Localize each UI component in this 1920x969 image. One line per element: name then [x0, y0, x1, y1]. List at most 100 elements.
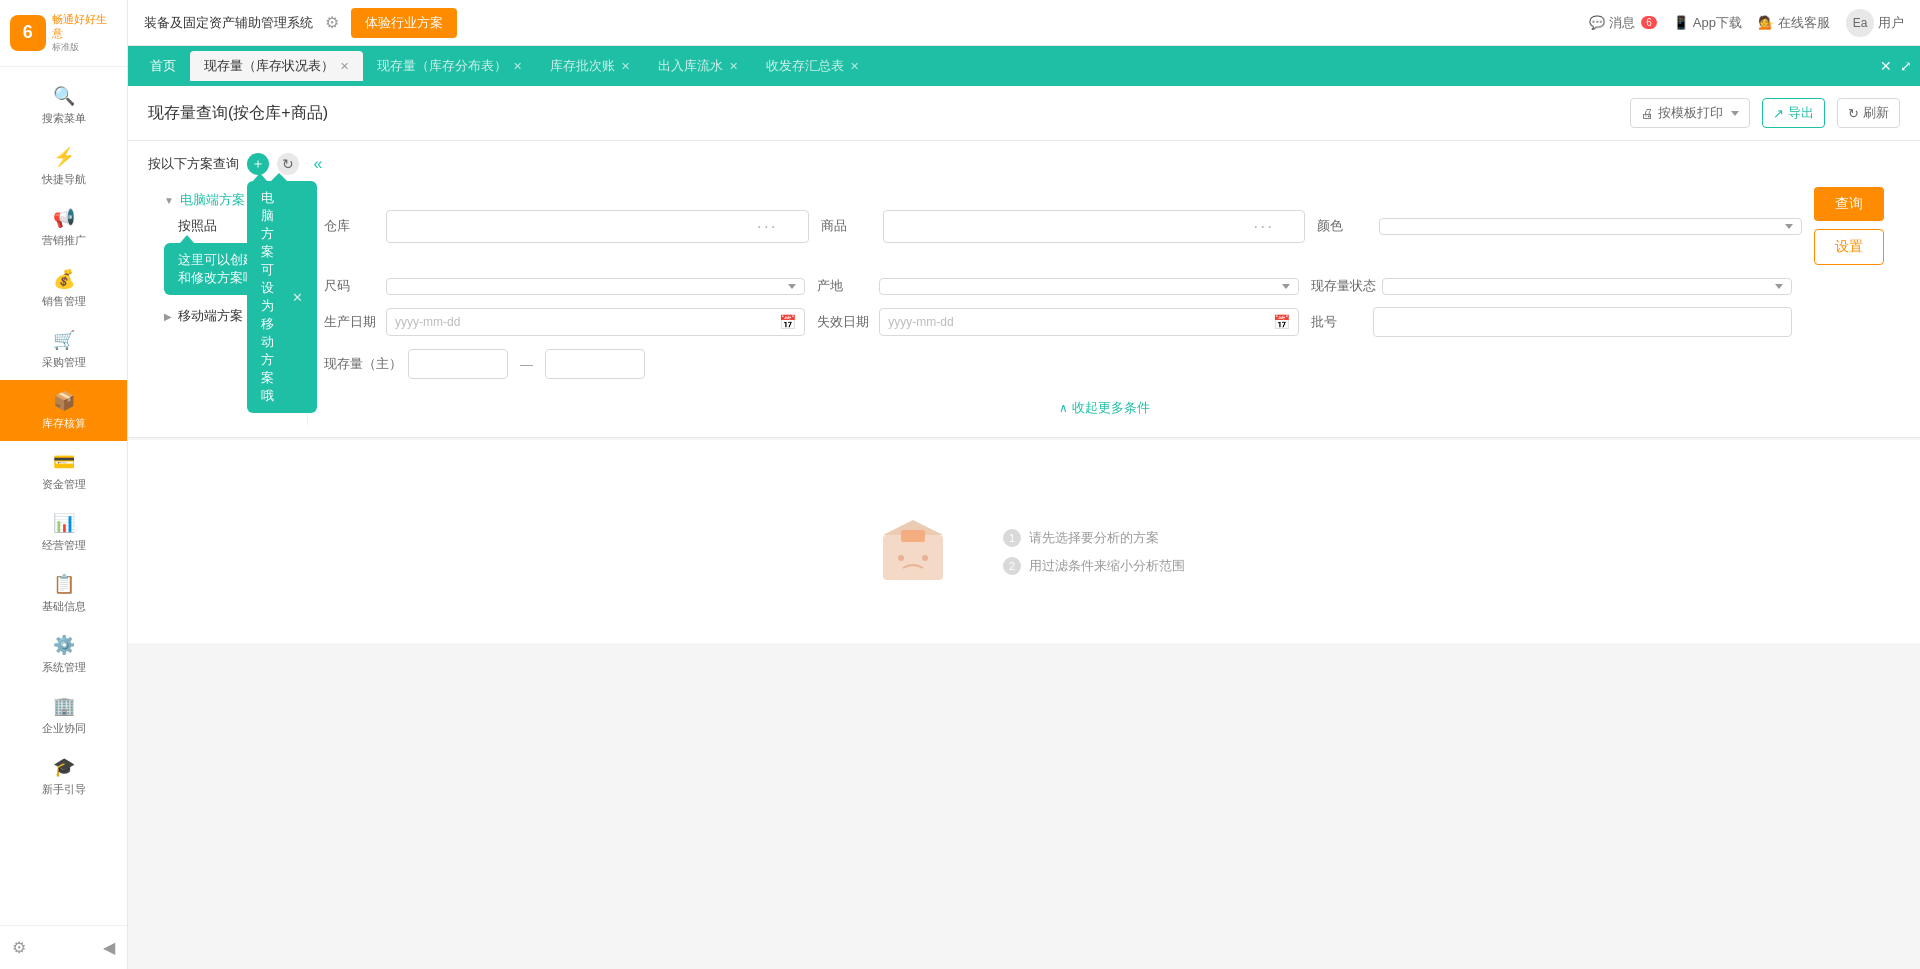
refresh-button[interactable]: ↻ 刷新	[1837, 98, 1900, 128]
stock-qty-min[interactable]	[408, 349, 508, 379]
empty-tip-2: 2 用过滤条件来缩小分析范围	[1003, 557, 1185, 575]
filter-origin: 产地	[817, 277, 1298, 295]
tab-home[interactable]: 首页	[136, 51, 190, 81]
tab-inout[interactable]: 出入库流水 ✕	[644, 51, 752, 81]
sidebar-item-basic[interactable]: 📋 基础信息	[0, 563, 127, 624]
sidebar-item-search-label: 搜索菜单	[42, 111, 86, 126]
filter-row-4: 现存量（主） —	[324, 349, 1884, 379]
color-caret-icon	[1785, 224, 1793, 229]
tab-batch-close[interactable]: ✕	[621, 60, 630, 73]
filter-row-3: 生产日期 yyyy-mm-dd 📅 失效日期 yyyy-mm-dd 📅	[324, 307, 1884, 337]
add-tooltip-close[interactable]: ✕	[292, 290, 303, 305]
header-right: 💬 消息 6 📱 App下载 💁 在线客服 Ea 用户	[1589, 9, 1904, 37]
query-button[interactable]: 查询	[1814, 187, 1884, 221]
sidebar-item-finance[interactable]: 💳 资金管理	[0, 441, 127, 502]
sidebar-item-guide[interactable]: 🎓 新手引导	[0, 746, 127, 807]
stock-status-select[interactable]	[1382, 278, 1792, 295]
app-download-item[interactable]: 📱 App下载	[1673, 14, 1742, 32]
tabs-bar: 首页 现存量（库存状况表） ✕ 现存量（库存分布表） ✕ 库存批次账 ✕ 出入库…	[128, 46, 1920, 86]
goods-input[interactable]: ···	[883, 210, 1306, 243]
tab-recv[interactable]: 收发存汇总表 ✕	[752, 51, 873, 81]
filter-expire-date: 失效日期 yyyy-mm-dd 📅	[817, 308, 1298, 336]
message-icon: 💬	[1589, 15, 1605, 30]
stock-status-caret-icon	[1775, 284, 1783, 289]
sidebar-item-basic-label: 基础信息	[42, 599, 86, 614]
sidebar-item-system-label: 系统管理	[42, 660, 86, 675]
print-button[interactable]: 🖨 按模板打印	[1630, 98, 1750, 128]
finance-nav-icon: 💳	[53, 451, 75, 473]
prod-date-calendar-icon[interactable]: 📅	[779, 314, 796, 330]
sidebar-item-enterprise[interactable]: 🏢 企业协同	[0, 685, 127, 746]
warehouse-input[interactable]: ···	[386, 210, 809, 243]
collapse-filters-button[interactable]: ∧ 收起更多条件	[324, 391, 1884, 425]
tip1-num: 1	[1003, 529, 1021, 547]
filter-batch-no: 批号	[1311, 307, 1792, 337]
filter-area: 按以下方案查询 ＋ 电脑方案可设为移动方案哦 ✕ ↻ «	[128, 141, 1920, 438]
settings-icon[interactable]: ⚙	[12, 938, 26, 957]
tip2-text: 用过滤条件来缩小分析范围	[1029, 557, 1185, 575]
print-label: 按模板打印	[1658, 104, 1723, 122]
warehouse-dots: ···	[757, 216, 778, 237]
batch-no-input[interactable]	[1373, 307, 1792, 337]
online-service-item[interactable]: 💁 在线客服	[1758, 14, 1830, 32]
logo-badge: 标准版	[52, 41, 117, 54]
tabs-right: ✕ ⤢	[1880, 58, 1912, 74]
tab-stock-dist-close[interactable]: ✕	[513, 60, 522, 73]
collapse-up-icon: ∧	[1059, 401, 1068, 415]
sidebar-item-purchase-label: 采购管理	[42, 355, 86, 370]
industry-button[interactable]: 体验行业方案	[351, 8, 457, 38]
pc-arrow-icon: ▼	[164, 195, 174, 206]
sidebar-item-purchase[interactable]: 🛒 采购管理	[0, 319, 127, 380]
sidebar-item-system[interactable]: ⚙️ 系统管理	[0, 624, 127, 685]
stock-status-label: 现存量状态	[1311, 277, 1376, 295]
sidebar-item-quick[interactable]: ⚡ 快捷导航	[0, 136, 127, 197]
sidebar-item-sales[interactable]: 💰 销售管理	[0, 258, 127, 319]
refresh-schema-button[interactable]: ↻	[277, 153, 299, 175]
stock-qty-max[interactable]	[545, 349, 645, 379]
prod-date-input[interactable]: yyyy-mm-dd 📅	[386, 308, 805, 336]
sidebar-item-marketing[interactable]: 📢 营销推广	[0, 197, 127, 258]
add-schema-button[interactable]: ＋ 电脑方案可设为移动方案哦 ✕	[247, 153, 269, 175]
sidebar-item-enterprise-label: 企业协同	[42, 721, 86, 736]
tab-batch-label: 库存批次账	[550, 57, 615, 75]
user-item[interactable]: Ea 用户	[1846, 9, 1904, 37]
size-select[interactable]	[386, 278, 805, 295]
sidebar-item-inventory[interactable]: 📦 库存核算	[0, 380, 127, 441]
print-icon: 🖨	[1641, 106, 1654, 121]
big-filter-area: ▼ 电脑端方案 按照品 这里可以创建和修改方案哦 ✕ ▶ 移动端方案	[148, 187, 1900, 425]
export-button[interactable]: ↗ 导出	[1762, 98, 1825, 128]
tab-stock-dist[interactable]: 现存量（库存分布表） ✕	[363, 51, 536, 81]
origin-select[interactable]	[879, 278, 1298, 295]
back-schema-button[interactable]: «	[307, 153, 329, 175]
set-button[interactable]: 设置	[1814, 229, 1884, 265]
close-all-icon[interactable]: ✕	[1880, 58, 1892, 74]
sidebar-item-quick-label: 快捷导航	[42, 172, 86, 187]
basic-nav-icon: 📋	[53, 573, 75, 595]
tab-stock-status[interactable]: 现存量（库存状况表） ✕	[190, 51, 363, 81]
sidebar-item-sales-label: 销售管理	[42, 294, 86, 309]
color-select[interactable]	[1379, 218, 1802, 235]
add-tooltip-text: 电脑方案可设为移动方案哦	[261, 189, 274, 405]
message-item[interactable]: 💬 消息 6	[1589, 14, 1657, 32]
tab-inout-close[interactable]: ✕	[729, 60, 738, 73]
sidebar-nav: 🔍 搜索菜单 ⚡ 快捷导航 📢 营销推广 💰 销售管理 🛒 采购管理 📦 库存核…	[0, 67, 127, 925]
page-header: 现存量查询(按仓库+商品) 🖨 按模板打印 ↗ 导出 ↻ 刷新	[128, 86, 1920, 141]
tab-recv-close[interactable]: ✕	[850, 60, 859, 73]
expire-date-input[interactable]: yyyy-mm-dd 📅	[879, 308, 1298, 336]
inventory-nav-icon: 📦	[53, 390, 75, 412]
prod-date-label: 生产日期	[324, 313, 380, 331]
expand-tabs-icon[interactable]: ⤢	[1900, 58, 1912, 74]
expire-date-calendar-icon[interactable]: 📅	[1273, 314, 1290, 330]
sidebar-item-search[interactable]: 🔍 搜索菜单	[0, 75, 127, 136]
collapse-sidebar-icon[interactable]: ◀	[103, 938, 115, 957]
sidebar-item-operations[interactable]: 📊 经营管理	[0, 502, 127, 563]
svg-rect-2	[901, 530, 925, 542]
tab-batch[interactable]: 库存批次账 ✕	[536, 51, 644, 81]
settings-icon[interactable]: ⚙	[325, 13, 339, 32]
add-tooltip: 电脑方案可设为移动方案哦 ✕	[247, 181, 317, 413]
tab-stock-status-close[interactable]: ✕	[340, 60, 349, 73]
filter-fields: 仓库 ··· 商品 ··· 颜色	[308, 187, 1900, 425]
refresh-label: 刷新	[1863, 104, 1889, 122]
logo-name: 畅通好好生意	[52, 12, 117, 41]
origin-label: 产地	[817, 277, 873, 295]
